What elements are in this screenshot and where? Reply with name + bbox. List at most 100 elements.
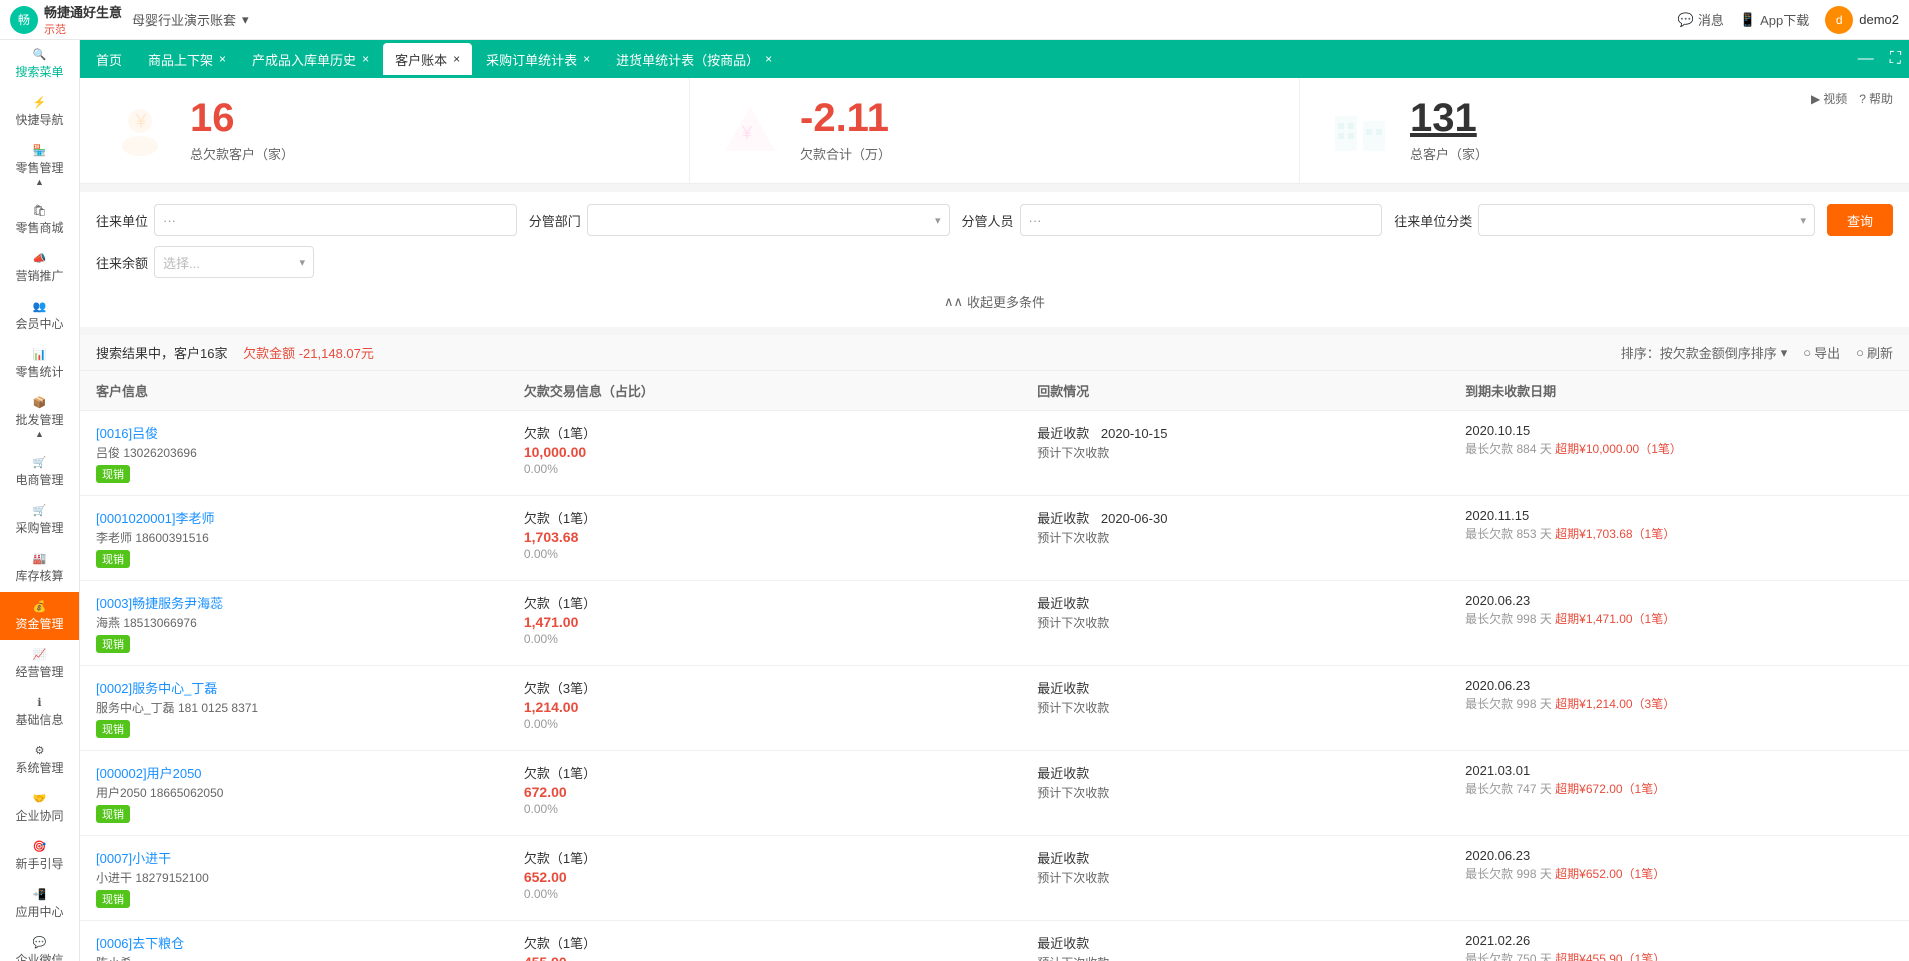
tab-purchase-order-close[interactable]: × [583,52,590,66]
overdue-amount-4[interactable]: 超期¥672.00（1笔） [1555,782,1665,796]
stat-top-right-actions: ▶ 视频 ? 帮助 [1811,90,1893,107]
debt-percent-4: 0.00% [524,802,1037,816]
tab-maximize-btn[interactable]: ⛶ [1886,50,1905,68]
overdue-date-1: 2020.11.15 [1465,508,1893,523]
stat-card-debt-total: ¥ -2.11 欠款合计（万） [690,78,1300,183]
sidebar-item-marketing[interactable]: 📣 营销推广 [0,244,79,292]
enterprise-coop-icon: 🤝 [4,792,75,805]
tab-home[interactable]: 首页 [84,43,134,75]
sidebar-item-ecommerce[interactable]: 🛒 电商管理 [0,448,79,496]
message-btn[interactable]: 💬 消息 [1678,10,1724,29]
tab-product-shelf-close[interactable]: × [219,52,226,66]
sidebar-item-quick-nav[interactable]: ⚡ 快捷导航 [0,88,79,136]
overdue-amount-1[interactable]: 超期¥1,703.68（1笔） [1555,527,1675,541]
sidebar-item-app-center[interactable]: 📲 应用中心 [0,880,79,928]
tab-customer-account-close[interactable]: × [453,52,460,66]
sidebar-item-inventory[interactable]: 🏭 库存核算 [0,544,79,592]
tab-production-history-close[interactable]: × [362,52,369,66]
sidebar-item-batch-mgmt[interactable]: 📦 批发管理 ▲ [0,388,79,448]
inventory-icon: 🏭 [4,552,75,565]
customer-sub-6: 陈小希 [96,954,524,961]
app-download-btn[interactable]: 📱 App下载 [1740,10,1809,29]
customer-name-2[interactable]: [0003]畅捷服务尹海蕊 [96,596,223,611]
marketing-icon: 📣 [4,252,75,265]
tab-minimize-btn[interactable]: — [1854,50,1878,68]
from-unit-dots: ··· [163,213,176,228]
overdue-amount-3[interactable]: 超期¥1,214.00（3笔） [1555,697,1675,711]
filter-row-2: 往来余额 选择... ▾ [96,246,1893,278]
sidebar-item-system[interactable]: ⚙ 系统管理 [0,736,79,784]
logo-area: 畅 畅捷通好生意 示范 [10,2,122,37]
balance-arrow: ▾ [299,256,305,269]
unit-classify-select[interactable]: ▾ [1478,204,1815,236]
user-menu[interactable]: d demo2 [1825,6,1899,34]
customer-name-5[interactable]: [0007]小进干 [96,851,171,866]
tab-purchase-order[interactable]: 采购订单统计表 × [474,43,602,75]
sidebar-item-enterprise-coop[interactable]: 🤝 企业协同 [0,784,79,832]
customer-sub-2: 海燕 18513066976 [96,614,524,631]
balance-label: 往来余额 [96,253,148,272]
manager-input[interactable]: ··· [1020,204,1383,236]
sidebar-item-enterprise-wechat[interactable]: 💬 企业微信 [0,928,79,961]
export-label: 导出 [1814,343,1840,362]
tab-customer-account[interactable]: 客户账本 × [383,43,472,75]
tab-production-history[interactable]: 产成品入库单历史 × [240,43,381,75]
customer-name-6[interactable]: [0006]去下粮仓 [96,936,184,951]
tab-product-shelf[interactable]: 商品上下架 × [136,43,238,75]
debt-amount-3: 1,214.00 [524,699,1037,715]
company-name: 母婴行业演示账套 [132,10,236,29]
main-area: 首页 商品上下架 × 产成品入库单历史 × 客户账本 × 采购订单统计表 × 进… [80,40,1909,961]
tab-import-stats-close[interactable]: × [765,52,772,66]
table-row: [0007]小进干 小进干 18279152100 现销 欠款（1笔） 652.… [80,836,1909,921]
refresh-btn[interactable]: ○ 刷新 [1856,343,1893,362]
tab-bar: 首页 商品上下架 × 产成品入库单历史 × 客户账本 × 采购订单统计表 × 进… [80,40,1909,78]
avatar: d [1825,6,1853,34]
debt-info-1: 欠款（1笔） 1,703.68 0.00% [524,508,1037,561]
overdue-amount-2[interactable]: 超期¥1,471.00（1笔） [1555,612,1675,626]
filter-manager: 分管人员 ··· [962,204,1383,236]
app-subtitle: 示范 [44,21,122,37]
debt-info-3: 欠款（3笔） 1,214.00 0.00% [524,678,1037,731]
tabs-right-actions: — ⛶ [1854,50,1905,68]
customer-name-4[interactable]: [000002]用户2050 [96,766,202,781]
sidebar-item-retail-mgmt[interactable]: 🏪 零售管理 ▲ [0,136,79,196]
sidebar-item-finance[interactable]: 💰 资金管理 [0,592,79,640]
sidebar-item-purchase-mgmt[interactable]: 🛒 采购管理 [0,496,79,544]
video-btn[interactable]: ▶ 视频 [1811,90,1847,107]
tab-import-stats[interactable]: 进货单统计表（按商品） × [604,43,784,75]
customer-tag-5: 现销 [96,890,130,908]
customer-name-1[interactable]: [0001020001]李老师 [96,511,215,526]
company-selector[interactable]: 母婴行业演示账套 ▾ [132,10,249,29]
overdue-date-3: 2020.06.23 [1465,678,1893,693]
help-btn[interactable]: ? 帮助 [1859,90,1893,107]
stat-debt-total-info: -2.11 欠款合计（万） [800,98,891,163]
sidebar-item-retail-mall[interactable]: 🛍 零售商城 [0,196,79,244]
search-button[interactable]: 查询 [1827,204,1893,236]
dept-select[interactable]: ▾ [587,204,950,236]
recovery-info-0: 最近收款 2020-10-15 预计下次收款 [1037,423,1465,461]
sort-selector[interactable]: 排序：按欠款金额倒序排序 ▾ [1621,343,1788,362]
export-btn[interactable]: ○ 导出 [1803,343,1840,362]
debt-total-icon: ¥ [720,101,780,161]
recovery-next-4: 预计下次收款 [1037,784,1465,801]
batch-mgmt-icon: 📦 [4,396,75,409]
stat-card-customers-owed: ¥ 16 总欠款客户（家） [80,78,690,183]
sidebar-item-basic-info[interactable]: ℹ 基础信息 [0,688,79,736]
balance-select[interactable]: 选择... ▾ [154,246,314,278]
overdue-date-6: 2021.02.26 [1465,933,1893,948]
overdue-amount-5[interactable]: 超期¥652.00（1笔） [1555,867,1665,881]
customer-name-3[interactable]: [0002]服务中心_丁磊 [96,681,217,696]
sidebar-item-members[interactable]: 👥 会员中心 [0,292,79,340]
overdue-amount-0[interactable]: 超期¥10,000.00（1笔） [1555,442,1682,456]
collapse-btn[interactable]: ∧∧ 收起更多条件 [944,288,1045,315]
total-customers-icon [1330,101,1390,161]
sidebar-item-search[interactable]: 🔍 搜索菜单 [0,40,79,88]
overdue-amount-6[interactable]: 超期¥455.90（1笔） [1555,952,1665,961]
sidebar-item-retail-stats[interactable]: 📊 零售统计 [0,340,79,388]
recovery-next-2: 预计下次收款 [1037,614,1465,631]
from-unit-input[interactable]: ··· [154,204,517,236]
sidebar-item-new-guide[interactable]: 🎯 新手引导 [0,832,79,880]
sidebar-item-operations[interactable]: 📈 经营管理 [0,640,79,688]
customer-name-0[interactable]: [0016]吕俊 [96,426,158,441]
stat-total-customers-info: 131 总客户（家） [1410,98,1488,163]
